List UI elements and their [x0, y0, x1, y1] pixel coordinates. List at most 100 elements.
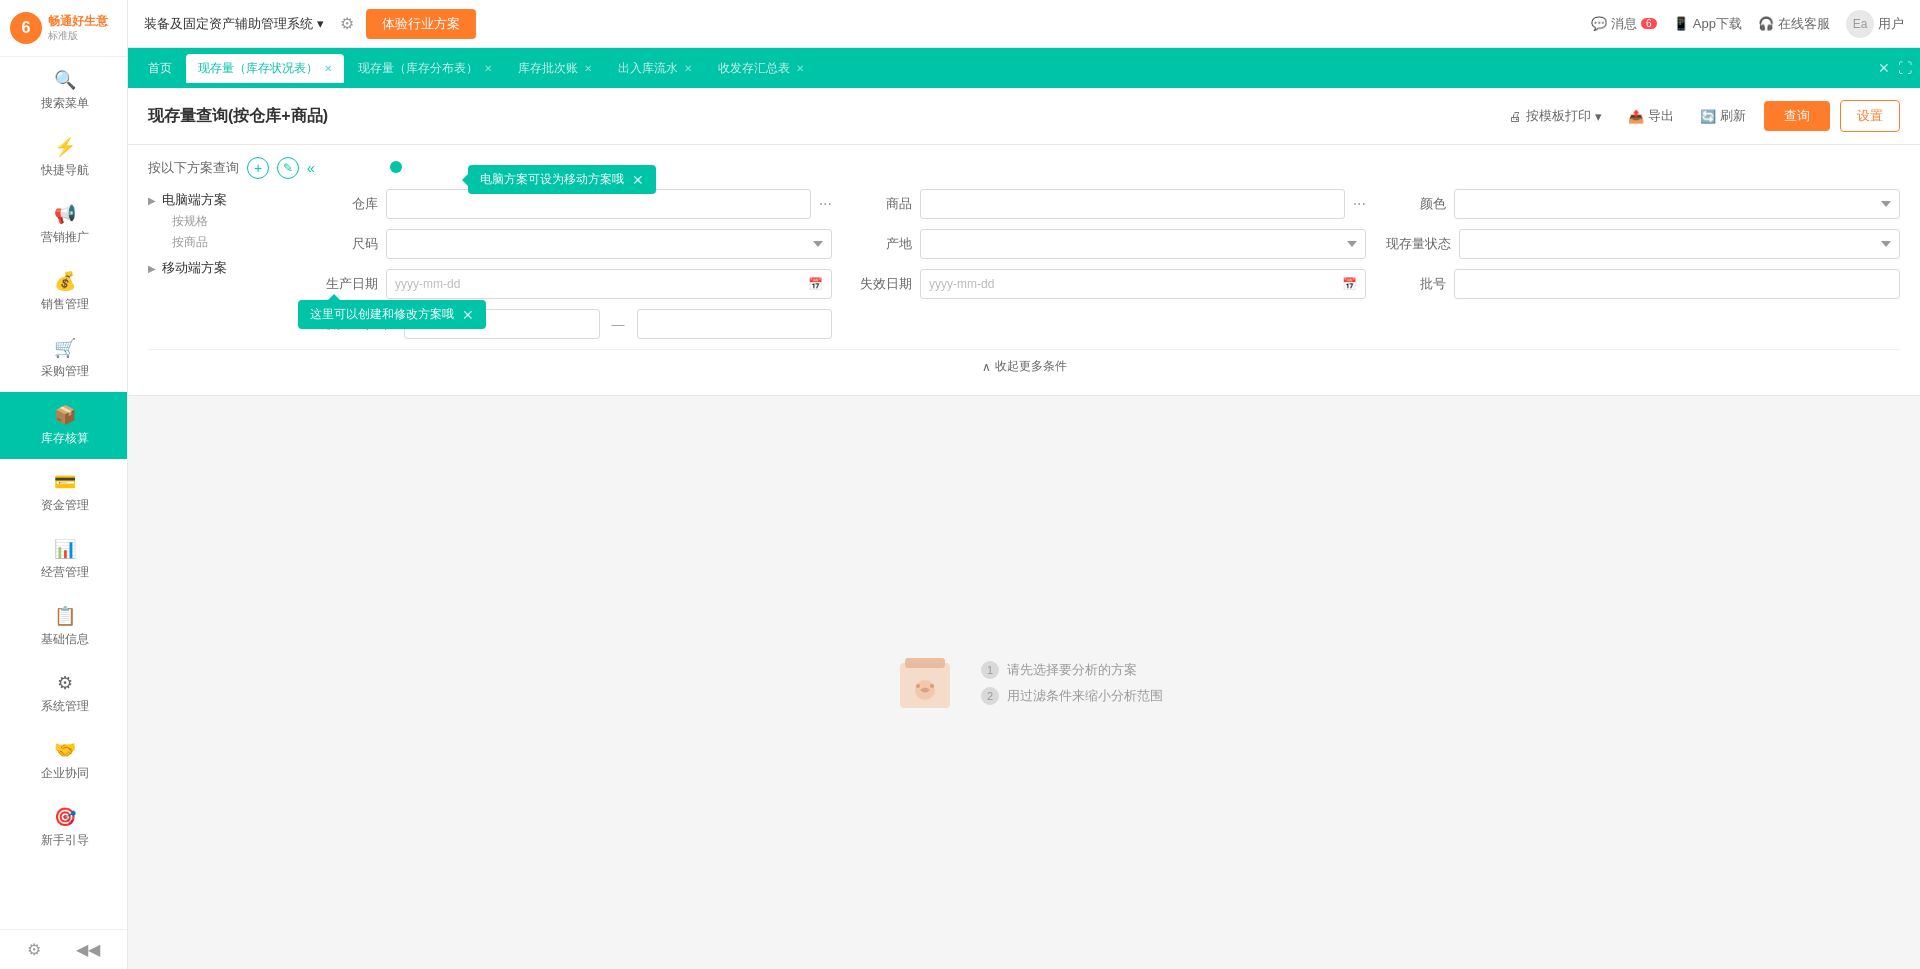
sidebar-item-management[interactable]: 📊 经营管理: [0, 526, 127, 593]
origin-select[interactable]: [920, 229, 1366, 259]
calendar-icon-exp[interactable]: 📅: [1342, 277, 1357, 291]
tab-maximize[interactable]: ⛶: [1898, 60, 1912, 76]
filter-arrow-btn[interactable]: «: [307, 160, 315, 176]
app-download-btn[interactable]: 📱 App下载: [1673, 15, 1742, 33]
user-avatar-btn[interactable]: Ea 用户: [1846, 10, 1904, 38]
filter-fields: 仓库 ··· 商品 ··· 颜色: [318, 189, 1900, 339]
logo: 6 畅通好生意 标准版: [0, 0, 127, 57]
scheme-by-goods[interactable]: 按商品: [148, 232, 288, 253]
refresh-btn[interactable]: 🔄 刷新: [1692, 103, 1754, 129]
tab-inventory-status[interactable]: 现存量（库存状况表） ✕: [186, 54, 344, 83]
calendar-icon-prod[interactable]: 📅: [808, 277, 823, 291]
tabbar-right: ✕ ⛶: [1878, 60, 1912, 76]
collapse-btn[interactable]: ∧ 收起更多条件: [148, 349, 1900, 383]
sidebar-item-search[interactable]: 🔍 搜索菜单: [0, 57, 127, 124]
notification-icon: 💬: [1591, 16, 1607, 31]
scheme-mobile[interactable]: ▶ 移动端方案: [148, 257, 288, 279]
sales-icon: 💰: [54, 270, 76, 292]
sidebar-item-guide[interactable]: 🎯 新手引导: [0, 794, 127, 861]
sidebar-item-basic[interactable]: 📋 基础信息: [0, 593, 127, 660]
scheme-desktop[interactable]: ▶ 电脑端方案: [148, 189, 288, 211]
enterprise-icon: 🤝: [54, 739, 76, 761]
empty-tips: 1 请先选择要分析的方案 2 用过滤条件来缩小分析范围: [981, 661, 1163, 705]
goods-dots-btn[interactable]: ···: [1353, 195, 1366, 213]
search-btn[interactable]: 查询: [1764, 101, 1830, 131]
export-icon: 📤: [1628, 109, 1644, 124]
filter-add-btn[interactable]: +: [247, 157, 269, 179]
page-header-actions: 🖨 按模板打印 ▾ 📤 导出 🔄 刷新 查询 设置: [1501, 100, 1900, 132]
production-date-input[interactable]: yyyy-mm-dd 📅: [386, 269, 832, 299]
phone-icon: 📱: [1673, 16, 1689, 31]
notification-btn[interactable]: 💬 消息 6: [1591, 15, 1657, 33]
filter-origin: 产地: [852, 229, 1366, 259]
sidebar-item-sales[interactable]: 💰 销售管理: [0, 258, 127, 325]
batch-input[interactable]: [1454, 269, 1900, 299]
scheme-tree: ▶ 电脑端方案 按规格 按商品 ▶ 移动端方案: [148, 189, 288, 279]
stock-status-select[interactable]: [1459, 229, 1900, 259]
export-btn[interactable]: 📤 导出: [1620, 103, 1682, 129]
tooltip2-close[interactable]: ✕: [462, 307, 474, 323]
filter-header: 按以下方案查询 + ✎ « 电脑方案可设为移动方案哦 ✕: [148, 157, 1900, 179]
tab-inventory-dist[interactable]: 现存量（库存分布表） ✕: [346, 54, 504, 83]
tab-batch-account[interactable]: 库存批次账 ✕: [506, 54, 604, 83]
print-dropdown-icon: ▾: [1595, 109, 1602, 124]
warehouse-dots-btn[interactable]: ···: [819, 195, 832, 213]
search-nav-icon: 🔍: [54, 69, 76, 91]
sidebar-collapse-btn[interactable]: ◀◀: [76, 940, 100, 959]
scheme-by-spec[interactable]: 按规格: [148, 211, 288, 232]
topbar-right: 💬 消息 6 📱 App下载 🎧 在线客服 Ea 用户: [1591, 10, 1904, 38]
print-btn[interactable]: 🖨 按模板打印 ▾: [1501, 103, 1610, 129]
system-selector[interactable]: 装备及固定资产辅助管理系统 ▾: [144, 15, 324, 33]
goods-input[interactable]: [920, 189, 1345, 219]
tab-close-inventory-status[interactable]: ✕: [324, 63, 332, 74]
refresh-icon: 🔄: [1700, 109, 1716, 124]
guide-icon: 🎯: [54, 806, 76, 828]
svg-rect-1: [905, 658, 945, 668]
tab-inout-flow[interactable]: 出入库流水 ✕: [606, 54, 704, 83]
filter-edit-btn[interactable]: ✎: [277, 157, 299, 179]
tabbar: 首页 现存量（库存状况表） ✕ 现存量（库存分布表） ✕ 库存批次账 ✕ 出入库…: [128, 48, 1920, 88]
inventory-icon: 📦: [54, 404, 76, 426]
tab-close-collect[interactable]: ✕: [796, 63, 804, 74]
tab-close-inout[interactable]: ✕: [684, 63, 692, 74]
sidebar-item-marketing[interactable]: 📢 营销推广: [0, 191, 127, 258]
empty-state: 1 请先选择要分析的方案 2 用过滤条件来缩小分析范围: [885, 643, 1163, 723]
setting-btn[interactable]: 设置: [1840, 100, 1900, 132]
tab-collect-summary[interactable]: 收发存汇总表 ✕: [706, 54, 816, 83]
filter-label: 按以下方案查询: [148, 159, 239, 177]
tab-close-inventory-dist[interactable]: ✕: [484, 63, 492, 74]
sidebar-item-quicknav[interactable]: ⚡ 快捷导航: [0, 124, 127, 191]
sidebar-item-purchase[interactable]: 🛒 采购管理: [0, 325, 127, 392]
empty-icon: [885, 643, 965, 723]
guide-dot: [390, 161, 402, 173]
color-select[interactable]: [1454, 189, 1900, 219]
size-select[interactable]: [386, 229, 832, 259]
sidebar-item-enterprise[interactable]: 🤝 企业协同: [0, 727, 127, 794]
tab-close-batch[interactable]: ✕: [584, 63, 592, 74]
filter-batch: 批号: [1386, 269, 1900, 299]
tooltip1-close[interactable]: ✕: [632, 172, 644, 188]
basic-icon: 📋: [54, 605, 76, 627]
topbar: 装备及固定资产辅助管理系统 ▾ ⚙ 体验行业方案 💬 消息 6 📱 App下载 …: [128, 0, 1920, 48]
system-icon: ⚙: [57, 672, 73, 694]
filter-goods: 商品 ···: [852, 189, 1366, 219]
sidebar-item-finance[interactable]: 💳 资金管理: [0, 459, 127, 526]
trial-btn[interactable]: 体验行业方案: [366, 9, 476, 39]
finance-icon: 💳: [54, 471, 76, 493]
svg-point-4: [930, 684, 934, 688]
tab-home[interactable]: 首页: [136, 54, 184, 83]
online-support-btn[interactable]: 🎧 在线客服: [1758, 15, 1830, 33]
marketing-icon: 📢: [54, 203, 76, 225]
topbar-gear-icon[interactable]: ⚙: [340, 14, 354, 33]
filter-production-date: 生产日期 yyyy-mm-dd 📅: [318, 269, 832, 299]
tab-close-all[interactable]: ✕: [1878, 60, 1890, 76]
sidebar-item-inventory[interactable]: 📦 库存核算: [0, 392, 127, 459]
management-icon: 📊: [54, 538, 76, 560]
svg-point-3: [916, 684, 920, 688]
stock-main-max[interactable]: [637, 309, 833, 339]
empty-tip-1: 1 请先选择要分析的方案: [981, 661, 1163, 679]
sidebar-item-system[interactable]: ⚙ 系统管理: [0, 660, 127, 727]
expiry-date-input[interactable]: yyyy-mm-dd 📅: [920, 269, 1366, 299]
sidebar-settings-btn[interactable]: ⚙: [27, 940, 41, 959]
chevron-up-icon: ∧: [982, 360, 991, 374]
